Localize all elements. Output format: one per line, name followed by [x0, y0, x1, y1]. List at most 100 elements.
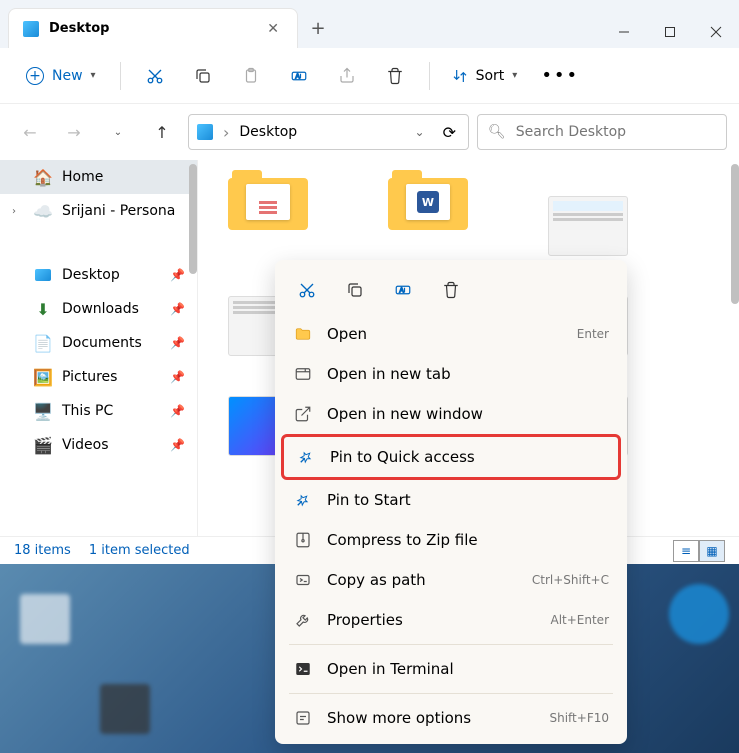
desktop-icon	[23, 21, 39, 37]
new-tab-button[interactable]: +	[298, 8, 338, 48]
rename-button[interactable]: A	[277, 58, 321, 94]
back-button[interactable]: ←	[12, 114, 48, 150]
chevron-down-icon: ▾	[91, 70, 96, 81]
maximize-button[interactable]	[647, 16, 693, 48]
ctx-label: Pin to Quick access	[330, 448, 475, 466]
pin-icon	[296, 447, 316, 467]
context-menu-actions: A	[281, 266, 621, 314]
ctx-shortcut: Enter	[577, 327, 609, 341]
video-icon: 🎬	[34, 436, 52, 454]
search-input[interactable]	[516, 124, 716, 140]
search-icon: 🔍︎	[488, 124, 506, 140]
ctx-shortcut: Alt+Enter	[550, 613, 609, 627]
ctx-label: Open in Terminal	[327, 660, 454, 678]
scrollbar-thumb[interactable]	[731, 164, 739, 304]
sidebar-label: Documents	[62, 335, 142, 351]
item-count: 18 items	[14, 543, 71, 558]
sidebar-item-videos[interactable]: 🎬 Videos 📌	[0, 428, 197, 462]
ctx-new-tab[interactable]: Open in new tab	[281, 354, 621, 394]
sidebar-item-thispc[interactable]: 🖥️ This PC 📌	[0, 394, 197, 428]
plus-circle-icon: +	[26, 67, 44, 85]
sidebar-item-home[interactable]: 🏠 Home	[0, 160, 197, 194]
folder-icon: W	[388, 170, 468, 230]
address-bar[interactable]: › Desktop ⌄ ⟳	[188, 114, 469, 150]
sort-icon	[452, 68, 468, 84]
ctx-open[interactable]: Open Enter	[281, 314, 621, 354]
terminal-icon	[293, 659, 313, 679]
wrench-icon	[293, 610, 313, 630]
tab-desktop[interactable]: Desktop ✕	[8, 8, 298, 48]
ctx-pin-quick-access[interactable]: Pin to Quick access	[281, 434, 621, 480]
pin-icon: 📌	[170, 370, 185, 384]
window-controls	[601, 16, 739, 48]
view-controls: ≡ ▦	[673, 540, 725, 562]
ctx-properties[interactable]: Properties Alt+Enter	[281, 600, 621, 640]
sidebar-label: Srijani - Persona	[62, 203, 175, 219]
sidebar-item-desktop[interactable]: Desktop 📌	[0, 258, 197, 292]
separator	[429, 62, 430, 90]
ctx-rename-button[interactable]: A	[383, 272, 423, 308]
sort-button[interactable]: Sort ▾	[442, 62, 528, 90]
pin-icon	[293, 490, 313, 510]
ctx-label: Open in new window	[327, 405, 483, 423]
ctx-terminal[interactable]: Open in Terminal	[281, 649, 621, 689]
toolbar: + New ▾ A Sort ▾ •••	[0, 48, 739, 104]
chevron-right-icon[interactable]: ›	[12, 206, 24, 217]
details-view-button[interactable]: ≡	[673, 540, 699, 562]
new-tab-icon	[293, 364, 313, 384]
up-button[interactable]: ↑	[144, 114, 180, 150]
ctx-label: Open	[327, 325, 367, 343]
sidebar-item-documents[interactable]: 📄 Documents 📌	[0, 326, 197, 360]
sidebar-item-downloads[interactable]: ⬇ Downloads 📌	[0, 292, 197, 326]
ctx-cut-button[interactable]	[287, 272, 327, 308]
ctx-new-window[interactable]: Open in new window	[281, 394, 621, 434]
tab-title: Desktop	[49, 21, 253, 36]
delete-button[interactable]	[373, 58, 417, 94]
titlebar: Desktop ✕ +	[0, 0, 739, 48]
sidebar-label: Home	[62, 169, 103, 185]
close-tab-icon[interactable]: ✕	[263, 17, 283, 41]
sidebar-item-onedrive[interactable]: › ☁️ Srijani - Persona	[0, 194, 197, 228]
new-button[interactable]: + New ▾	[14, 61, 108, 91]
ctx-compress[interactable]: Compress to Zip file	[281, 520, 621, 560]
desktop-icon	[197, 124, 213, 140]
thumbnail	[548, 196, 628, 256]
ctx-copy-button[interactable]	[335, 272, 375, 308]
zip-icon	[293, 530, 313, 550]
share-button[interactable]	[325, 58, 369, 94]
sidebar-item-pictures[interactable]: 🖼️ Pictures 📌	[0, 360, 197, 394]
sidebar-label: Pictures	[62, 369, 117, 385]
folder-open-icon	[293, 324, 313, 344]
sidebar: 🏠 Home › ☁️ Srijani - Persona Desktop 📌 …	[0, 160, 198, 560]
folder-icon	[228, 170, 308, 230]
scrollbar-thumb[interactable]	[189, 164, 197, 274]
svg-text:A: A	[399, 286, 404, 294]
chevron-down-icon[interactable]: ⌄	[411, 121, 429, 143]
paste-button[interactable]	[229, 58, 273, 94]
refresh-button[interactable]: ⟳	[439, 119, 460, 146]
home-icon: 🏠	[34, 168, 52, 186]
ctx-copy-path[interactable]: Copy as path Ctrl+Shift+C	[281, 560, 621, 600]
breadcrumb-separator: ›	[223, 123, 229, 142]
ctx-label: Properties	[327, 611, 403, 629]
download-icon: ⬇	[34, 300, 52, 318]
ctx-more-options[interactable]: Show more options Shift+F10	[281, 698, 621, 738]
close-button[interactable]	[693, 16, 739, 48]
more-button[interactable]: •••	[531, 59, 589, 92]
ctx-pin-start[interactable]: Pin to Start	[281, 480, 621, 520]
pictures-icon: 🖼️	[34, 368, 52, 386]
pin-icon: 📌	[170, 438, 185, 452]
minimize-button[interactable]	[601, 16, 647, 48]
icons-view-button[interactable]: ▦	[699, 540, 725, 562]
ctx-label: Copy as path	[327, 571, 426, 589]
cut-button[interactable]	[133, 58, 177, 94]
navbar: ← → ⌄ ↑ › Desktop ⌄ ⟳ 🔍︎	[0, 104, 739, 160]
search-box[interactable]: 🔍︎	[477, 114, 727, 150]
forward-button[interactable]: →	[56, 114, 92, 150]
chevron-down-icon: ▾	[512, 70, 517, 81]
document-icon: 📄	[34, 334, 52, 352]
recent-button[interactable]: ⌄	[100, 114, 136, 150]
sidebar-label: This PC	[62, 403, 113, 419]
copy-button[interactable]	[181, 58, 225, 94]
ctx-delete-button[interactable]	[431, 272, 471, 308]
